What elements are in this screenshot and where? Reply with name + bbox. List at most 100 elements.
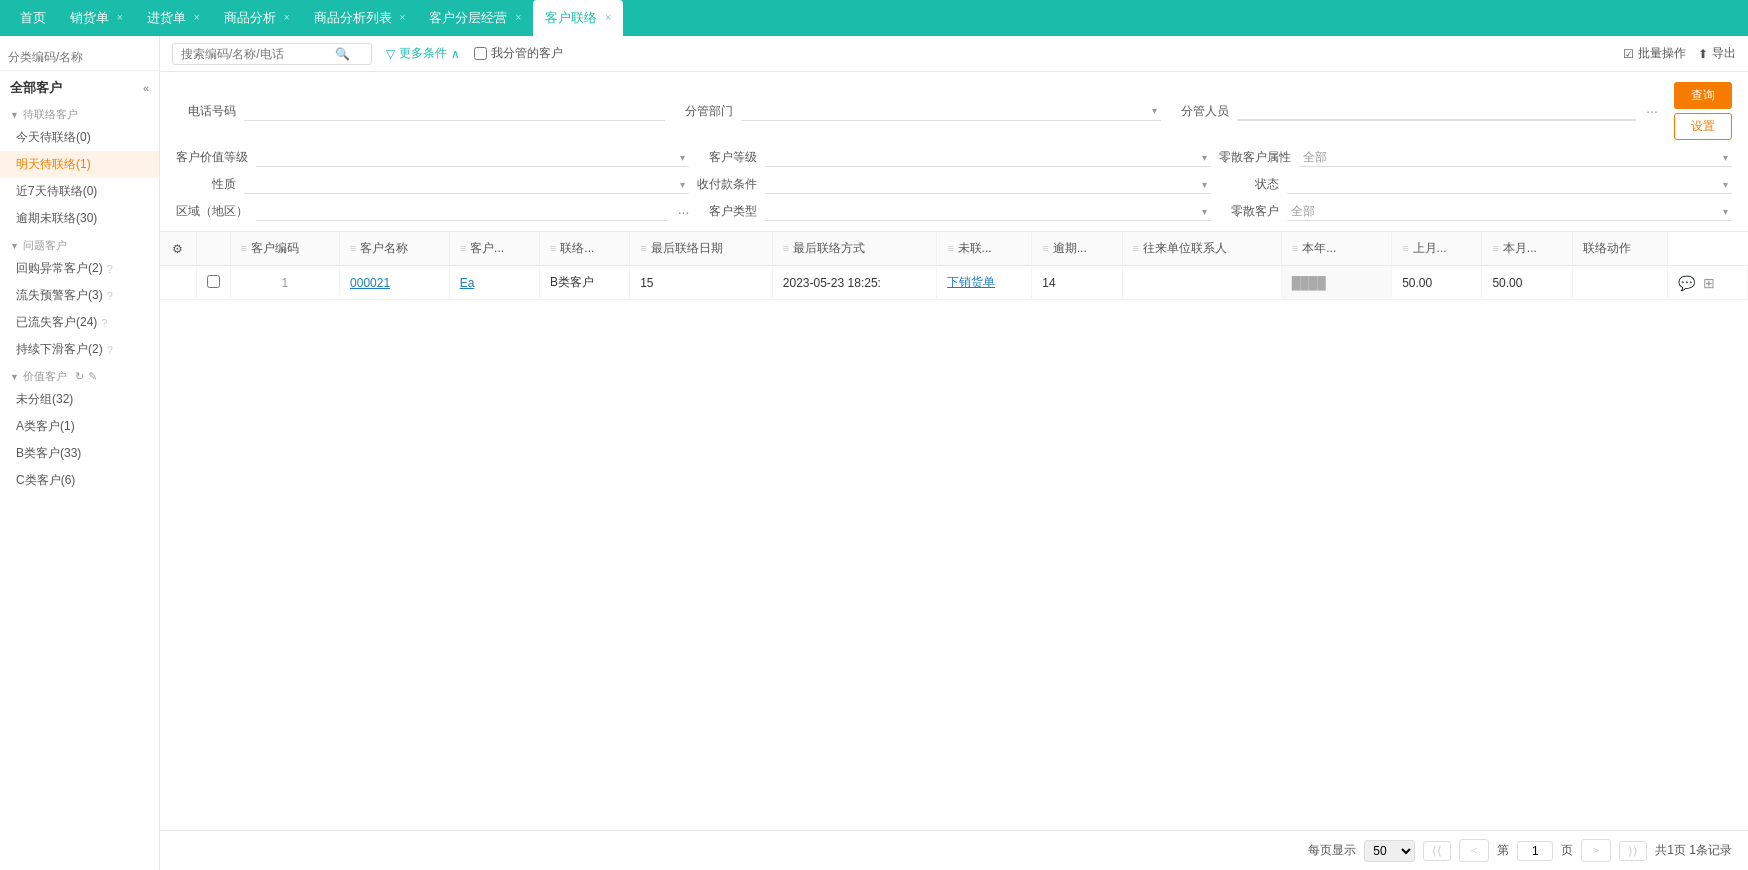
status-select[interactable] <box>1287 175 1732 193</box>
next-page-btn[interactable]: ＞ <box>1581 839 1611 862</box>
row-this-month <box>1572 266 1667 300</box>
first-page-btn[interactable]: ⟨⟨ <box>1423 841 1451 861</box>
filter-customer-type: 客户类型 ▾ <box>697 202 1210 221</box>
toolbar-search-container: 🔍 <box>172 43 372 65</box>
sidebar-item-tomorrow-contact[interactable]: 明天待联络(1) <box>0 151 159 178</box>
customer-level-label: 客户等级 <box>697 149 757 166</box>
sidebar-item-ungrouped[interactable]: 未分组(32) <box>0 386 159 413</box>
sidebar-item-today-contact[interactable]: 今天待联络(0) <box>0 124 159 151</box>
col-unit-contact[interactable]: 往来单位联系人 <box>1122 232 1281 266</box>
col-this-month[interactable]: 本月... <box>1482 232 1572 266</box>
filter-chevron-icon: ∧ <box>451 47 460 61</box>
page-input[interactable] <box>1517 841 1553 861</box>
sidebar-item-week-contact[interactable]: 近7天待联络(0) <box>0 178 159 205</box>
batch-operations-btn[interactable]: ☑ 批量操作 <box>1623 45 1686 62</box>
per-page-select[interactable]: 50 100 200 <box>1364 840 1415 862</box>
sidebar: 🔍 全部客户 « ▼ 待联络客户 今天待联络(0) 明天待联络(1) 近7天待联… <box>0 36 160 870</box>
dept-select[interactable] <box>741 102 1162 120</box>
filter-dept: 分管部门 ▾ <box>673 102 1162 121</box>
retail-customer-select[interactable]: 全部 <box>1287 202 1732 220</box>
col-contact-count[interactable]: 联络... <box>539 232 629 266</box>
payment-select[interactable] <box>765 175 1210 193</box>
manager-more-icon[interactable]: ··· <box>1646 103 1658 119</box>
value-customers-refresh-icon[interactable]: ↻ <box>75 370 84 383</box>
col-last-contact-date[interactable]: 最后联络日期 <box>630 232 773 266</box>
sidebar-item-churned[interactable]: 已流失客户(24) ? <box>0 309 159 336</box>
row-last-contact-date: 2023-05-23 18:25: <box>772 266 936 300</box>
waiting-contact-group: ▼ 待联络客户 <box>0 101 159 124</box>
row-action-comment-icon[interactable]: 💬 <box>1678 275 1695 291</box>
col-overdue[interactable]: 逾期... <box>1032 232 1122 266</box>
retail-attr-select[interactable]: 全部 <box>1299 148 1732 166</box>
row-last-contact-method[interactable]: 下销货单 <box>937 266 1032 300</box>
nav-customer-tier-close[interactable]: × <box>515 0 521 36</box>
col-category[interactable]: 客户... <box>449 232 539 266</box>
churned-help-icon[interactable]: ? <box>101 317 107 329</box>
my-customers-checkbox-container[interactable]: 我分管的客户 <box>474 45 563 62</box>
row-checkbox[interactable] <box>207 275 220 288</box>
customer-level-select[interactable] <box>765 148 1210 166</box>
filter-customer-level: 客户等级 ▾ <box>697 148 1210 167</box>
col-last-contact-method[interactable]: 最后联络方式 <box>772 232 936 266</box>
col-name[interactable]: 客户名称 <box>340 232 450 266</box>
nav-product-analysis-list[interactable]: 商品分析列表 × <box>302 0 418 36</box>
nav-product-analysis[interactable]: 商品分析 × <box>212 0 302 36</box>
declining-help-icon[interactable]: ? <box>107 344 113 356</box>
col-this-year[interactable]: 本年... <box>1281 232 1391 266</box>
nav-home[interactable]: 首页 <box>8 0 58 36</box>
sidebar-item-class-a[interactable]: A类客户(1) <box>0 413 159 440</box>
area-more-icon[interactable]: ··· <box>678 204 690 220</box>
toolbar-search-input[interactable] <box>181 47 331 61</box>
nav-customer-tier[interactable]: 客户分层经营 × <box>417 0 533 36</box>
filter-panel: 电话号码 分管部门 ▾ 分管人员 ··· <box>160 72 1748 232</box>
nav-sales[interactable]: 销货单 × <box>58 0 135 36</box>
sidebar-item-repurchase-abnormal[interactable]: 回购异常客户(2) ? <box>0 255 159 282</box>
table-header-row: ⚙ 客户编码 客户名称 客户... 联络... 最后联络日期 最后联络方式 未联… <box>160 232 1748 266</box>
repurchase-abnormal-help-icon[interactable]: ? <box>107 263 113 275</box>
gender-label: 性质 <box>176 176 236 193</box>
my-customers-checkbox[interactable] <box>474 47 487 60</box>
nav-purchase[interactable]: 进货单 × <box>135 0 212 36</box>
toolbar-search-icon[interactable]: 🔍 <box>335 47 350 61</box>
sidebar-item-class-b[interactable]: B类客户(33) <box>0 440 159 467</box>
col-last-month[interactable]: 上月... <box>1392 232 1482 266</box>
sidebar-search-input[interactable] <box>8 50 158 64</box>
filter-customer-value: 客户价值等级 ▾ <box>176 148 689 167</box>
nav-customer-contact-close[interactable]: × <box>605 0 611 36</box>
sidebar-item-churn-warning[interactable]: 流失预警客户(3) ? <box>0 282 159 309</box>
manager-input[interactable] <box>1237 101 1636 120</box>
value-customers-edit-icon[interactable]: ✎ <box>88 370 97 383</box>
sidebar-item-declining[interactable]: 持续下滑客户(2) ? <box>0 336 159 363</box>
col-action: 联络动作 <box>1572 232 1667 266</box>
area-input[interactable] <box>256 202 668 221</box>
gender-select[interactable] <box>244 175 689 193</box>
customer-value-select[interactable] <box>256 148 689 166</box>
customer-type-select[interactable] <box>765 202 1210 220</box>
row-name[interactable]: Ea <box>449 266 539 300</box>
col-uncontacted[interactable]: 未联... <box>937 232 1032 266</box>
prev-page-btn[interactable]: ＜ <box>1459 839 1489 862</box>
nav-purchase-close[interactable]: × <box>194 0 200 36</box>
row-code[interactable]: 000021 <box>340 266 450 300</box>
sidebar-collapse-icon[interactable]: « <box>143 82 149 94</box>
sidebar-item-class-c[interactable]: C类客户(6) <box>0 467 159 494</box>
filter-area: 区域（地区） ··· <box>176 202 689 221</box>
sidebar-item-overdue-contact[interactable]: 逾期未联络(30) <box>0 205 159 232</box>
set-btn[interactable]: 设置 <box>1674 113 1732 140</box>
nav-product-analysis-close[interactable]: × <box>284 0 290 36</box>
pagination-bar: 每页显示 50 100 200 ⟨⟨ ＜ 第 页 ＞ ⟩⟩ 共1页 1条记录 <box>160 830 1748 870</box>
nav-product-analysis-list-close[interactable]: × <box>400 0 406 36</box>
col-code[interactable]: 客户编码 <box>230 232 340 266</box>
waiting-contact-label: 待联络客户 <box>23 107 78 122</box>
nav-customer-contact[interactable]: 客户联络 × <box>533 0 623 36</box>
query-btn[interactable]: 查询 <box>1674 82 1732 109</box>
row-action-grid-icon[interactable]: ⊞ <box>1703 275 1715 291</box>
churn-warning-help-icon[interactable]: ? <box>107 290 113 302</box>
phone-input[interactable] <box>244 102 665 121</box>
nav-sales-close[interactable]: × <box>117 0 123 36</box>
col-settings[interactable]: ⚙ <box>160 232 196 266</box>
last-page-btn[interactable]: ⟩⟩ <box>1619 841 1647 861</box>
more-filters-btn[interactable]: ▽ 更多条件 ∧ <box>380 42 466 65</box>
export-btn[interactable]: ⬆ 导出 <box>1698 45 1736 62</box>
value-customers-triangle: ▼ <box>10 372 19 382</box>
